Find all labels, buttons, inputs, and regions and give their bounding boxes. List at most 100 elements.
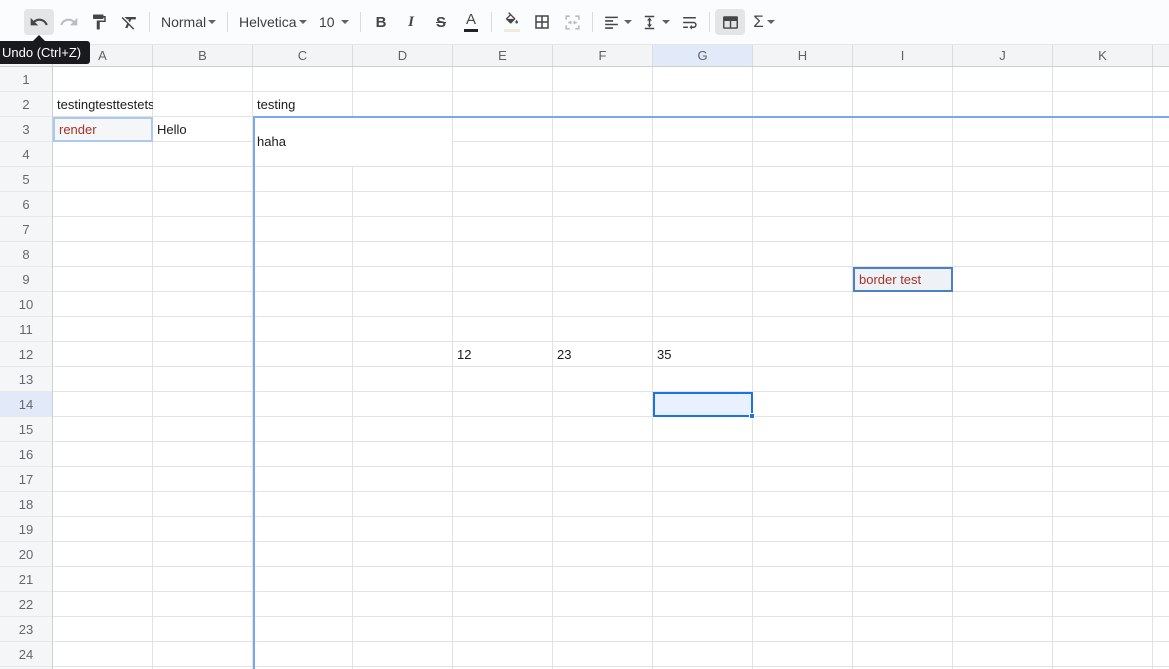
- cell-C3:D4[interactable]: haha: [253, 117, 453, 167]
- row-header-13[interactable]: 13: [0, 367, 52, 392]
- vertical-align-icon: [640, 13, 659, 32]
- font-size-dropdown-label: 10: [319, 14, 335, 30]
- font-dropdown-label: Helvetica: [239, 14, 297, 30]
- horizontal-align-button[interactable]: [598, 9, 636, 35]
- row-header-23[interactable]: 23: [0, 617, 52, 642]
- text-color-button[interactable]: A: [456, 9, 486, 35]
- row-header-14[interactable]: 14: [0, 392, 52, 417]
- column-header-J[interactable]: J: [953, 45, 1053, 66]
- chevron-down-icon: [299, 20, 307, 24]
- cell-text: 12: [457, 347, 471, 362]
- chevron-down-icon: [208, 20, 216, 24]
- fill-handle[interactable]: [749, 413, 755, 419]
- cell-text: testingtesttestets: [57, 97, 153, 112]
- bold-button[interactable]: B: [366, 9, 396, 35]
- borders-button[interactable]: [527, 9, 557, 35]
- align-left-icon: [602, 13, 621, 32]
- row-header-17[interactable]: 17: [0, 467, 52, 492]
- row-header-2[interactable]: 2: [0, 92, 52, 117]
- toolbar-divider: [149, 12, 150, 32]
- row-header-11[interactable]: 11: [0, 317, 52, 342]
- table-icon: [721, 13, 740, 32]
- column-header-G[interactable]: G: [653, 45, 753, 66]
- chevron-down-icon: [767, 20, 775, 24]
- clear-format-icon: [120, 13, 139, 32]
- row-header-16[interactable]: 16: [0, 442, 52, 467]
- grid-canvas[interactable]: testingtesttestets testing render Hello haha…: [53, 67, 1169, 669]
- row-header-4[interactable]: 4: [0, 142, 52, 167]
- column-header-partial[interactable]: [1153, 45, 1169, 66]
- vertical-align-button[interactable]: [636, 9, 674, 35]
- cell-G12[interactable]: 35: [653, 342, 753, 367]
- toolbar-divider: [592, 12, 593, 32]
- cell-text: haha: [257, 134, 286, 149]
- cell-F12[interactable]: 23: [553, 342, 653, 367]
- cell-A2[interactable]: testingtesttestets: [53, 92, 153, 117]
- row-header-19[interactable]: 19: [0, 517, 52, 542]
- cell-text: testing: [257, 97, 295, 112]
- cell-A3[interactable]: render: [53, 117, 153, 142]
- row-header-20[interactable]: 20: [0, 542, 52, 567]
- row-header-6[interactable]: 6: [0, 192, 52, 217]
- redo-button[interactable]: [54, 9, 84, 35]
- row-header-12[interactable]: 12: [0, 342, 52, 367]
- column-header-I[interactable]: I: [853, 45, 953, 66]
- strikethrough-button[interactable]: S: [426, 9, 456, 35]
- selected-cell-G14[interactable]: [653, 392, 753, 417]
- clear-format-button[interactable]: [114, 9, 144, 35]
- cell-B3[interactable]: Hello: [153, 117, 253, 142]
- text-wrap-button[interactable]: [674, 9, 704, 35]
- table-button[interactable]: [715, 9, 745, 35]
- undo-icon: [29, 12, 49, 32]
- row-header-21[interactable]: 21: [0, 567, 52, 592]
- row-header-9[interactable]: 9: [0, 267, 52, 292]
- column-header-D[interactable]: D: [353, 45, 453, 66]
- column-header-F[interactable]: F: [553, 45, 653, 66]
- text-color-icon: A: [464, 12, 478, 32]
- toolbar-divider: [491, 12, 492, 32]
- functions-button[interactable]: Σ: [745, 9, 783, 35]
- paint-format-icon: [90, 13, 108, 31]
- row-header-15[interactable]: 15: [0, 417, 52, 442]
- column-header-K[interactable]: K: [1053, 45, 1153, 66]
- style-dropdown-label: Normal: [161, 14, 206, 30]
- row-header-3[interactable]: 3: [0, 117, 52, 142]
- row-header-24[interactable]: 24: [0, 642, 52, 667]
- spreadsheet-app: Normal Helvetica 10 B I S A: [0, 0, 1169, 669]
- fill-color-button[interactable]: [497, 9, 527, 35]
- toolbar-divider: [360, 12, 361, 32]
- font-size-dropdown[interactable]: 10: [313, 9, 355, 35]
- borders-icon: [533, 13, 551, 31]
- chevron-down-icon: [662, 20, 670, 24]
- column-header-H[interactable]: H: [753, 45, 853, 66]
- cell-text: render: [59, 122, 97, 137]
- merge-cells-button[interactable]: [557, 9, 587, 35]
- column-headers: ABCDEFGHIJK: [0, 44, 1169, 67]
- italic-button[interactable]: I: [396, 9, 426, 35]
- row-header-5[interactable]: 5: [0, 167, 52, 192]
- cell-text: border test: [859, 272, 921, 287]
- cell-E12[interactable]: 12: [453, 342, 553, 367]
- font-dropdown[interactable]: Helvetica: [233, 9, 313, 35]
- paint-format-button[interactable]: [84, 9, 114, 35]
- toolbar-divider: [709, 12, 710, 32]
- strikethrough-icon: S: [436, 15, 446, 30]
- bold-icon: B: [376, 15, 387, 30]
- row-header-1[interactable]: 1: [0, 67, 52, 92]
- column-header-B[interactable]: B: [153, 45, 253, 66]
- undo-button[interactable]: [24, 9, 54, 35]
- style-dropdown[interactable]: Normal: [155, 9, 222, 35]
- toolbar: Normal Helvetica 10 B I S A: [0, 0, 1169, 44]
- row-header-22[interactable]: 22: [0, 592, 52, 617]
- column-header-C[interactable]: C: [253, 45, 353, 66]
- row-headers: 123456789101112131415161718192021222324: [0, 67, 53, 669]
- cell-I9[interactable]: border test: [853, 267, 953, 292]
- column-header-E[interactable]: E: [453, 45, 553, 66]
- row-header-18[interactable]: 18: [0, 492, 52, 517]
- row-header-8[interactable]: 8: [0, 242, 52, 267]
- row-header-10[interactable]: 10: [0, 292, 52, 317]
- cell-C2[interactable]: testing: [253, 92, 353, 117]
- fill-color-icon: [504, 12, 520, 32]
- sum-icon: Σ: [753, 12, 764, 32]
- row-header-7[interactable]: 7: [0, 217, 52, 242]
